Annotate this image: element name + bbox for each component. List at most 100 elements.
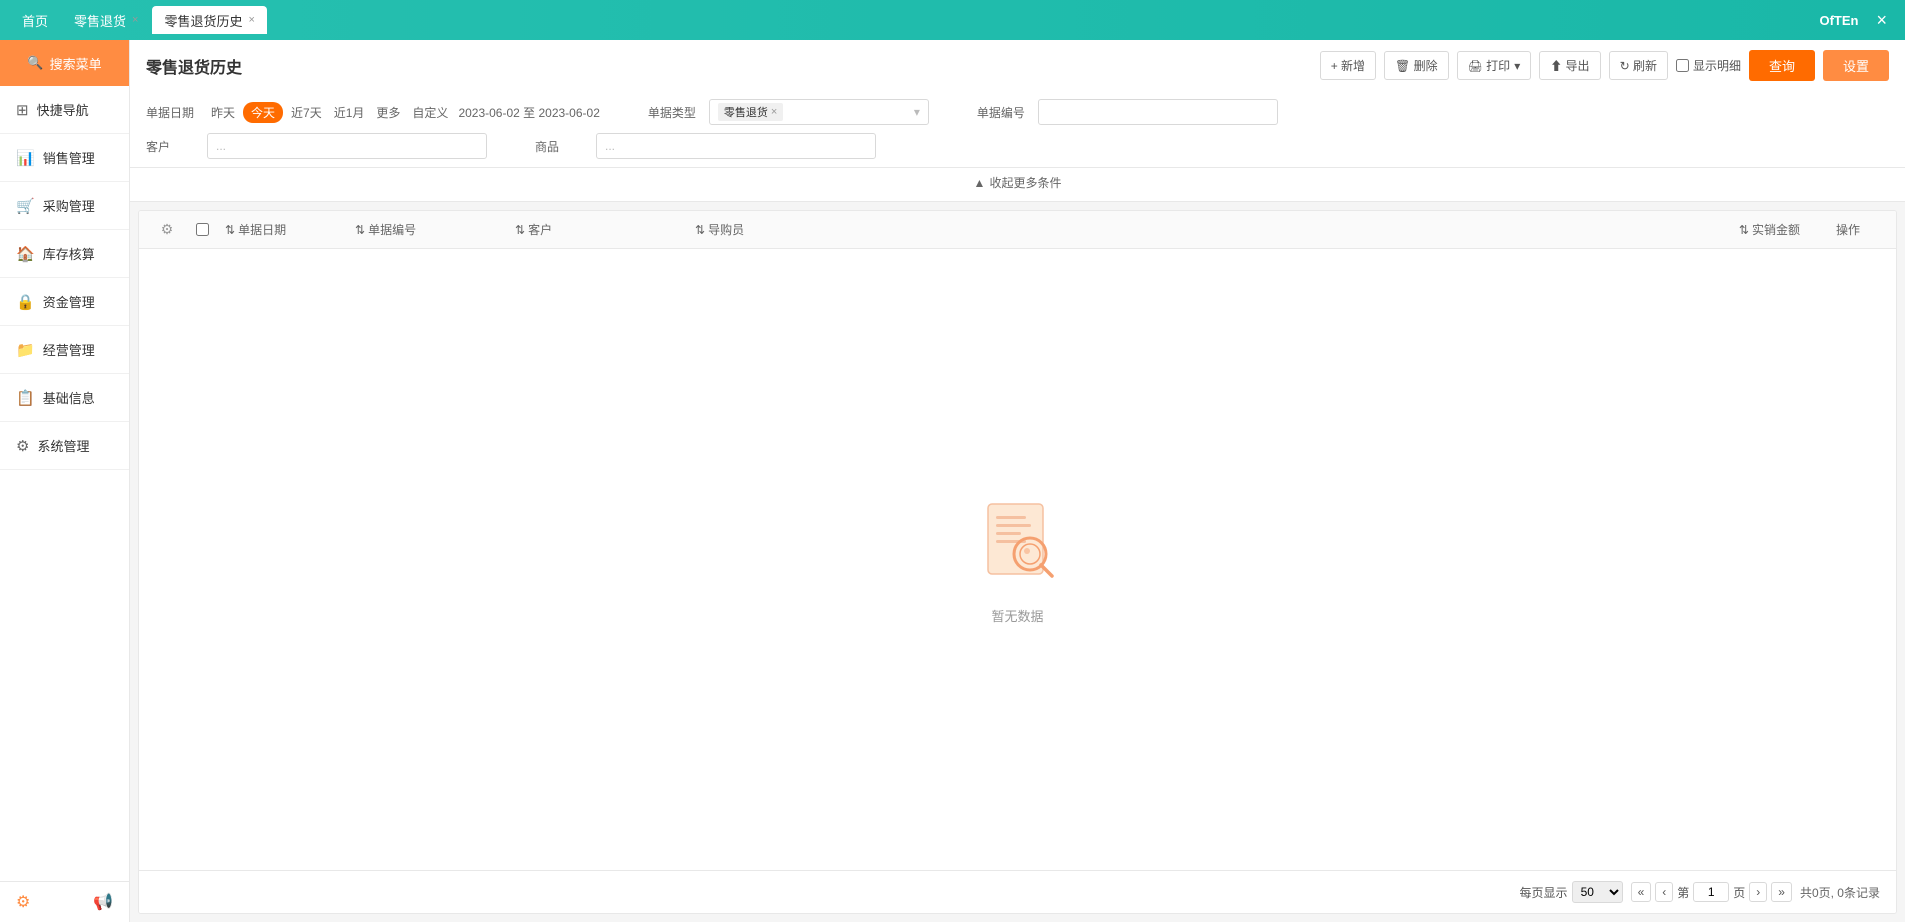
sidebar-item-quick-nav[interactable]: ⊞ 快捷导航 [0,86,129,134]
doc-no-filter-label: 单据编号 [977,104,1032,121]
th-checkbox[interactable] [187,223,217,236]
column-settings-icon[interactable]: ⚙ [161,221,174,238]
sort-no-icon[interactable]: ⇅ [355,223,365,237]
collapse-icon: ▲ [974,176,986,190]
customer-select[interactable]: ... [207,133,487,159]
filter-area: 单据日期 昨天 今天 近7天 近1月 更多 自定义 2023-06-02 至 2… [146,91,1889,201]
th-action: 操作 [1808,221,1888,238]
page-label: 第 [1677,884,1689,901]
top-bar-right: OfTEn × [1819,10,1895,31]
main-layout: 🔍 搜索菜单 ⊞ 快捷导航 📊 销售管理 🛒 采购管理 🏠 库存核算 🔒 资金管… [0,40,1905,922]
tab-retail-return-history-label: 零售退货历史 [164,11,242,30]
page-title-row: 零售退货历史 + 新增 🗑 删除 🖨 打印 ▾ ⬆ 导出 [146,50,1889,81]
date-btn-today[interactable]: 今天 [243,102,283,123]
select-all-checkbox[interactable] [196,223,209,236]
tab-retail-return-history[interactable]: 零售退货历史 × [152,6,266,34]
basic-info-icon: 📋 [16,389,35,407]
th-settings[interactable]: ⚙ [147,221,187,238]
tab-retail-return-history-close[interactable]: × [248,14,254,26]
sidebar-item-operations[interactable]: 📁 经营管理 [0,326,129,374]
tab-retail-return-label: 零售退货 [74,11,126,30]
type-select-arrow: ▾ [914,105,920,119]
tab-home[interactable]: 首页 [10,6,60,34]
sidebar-settings-icon[interactable]: ⚙ [16,892,30,912]
date-btn-custom[interactable]: 自定义 [408,102,452,123]
sidebar-item-system-label: 系统管理 [37,436,89,455]
finance-icon: 🔒 [16,293,35,311]
sidebar-footer: ⚙ 📢 [0,881,129,922]
type-tag: 零售退货 × [718,103,783,121]
delete-button[interactable]: 🗑 删除 [1384,51,1449,80]
table-wrapper: ⚙ ⇅ 单据日期 ⇅ 单据编号 ⇅ 客户 ⇅ [138,210,1897,914]
refresh-button[interactable]: ↻ 刷新 [1609,51,1668,80]
page-nav: « ‹ 第 页 › » [1631,882,1792,902]
table-header: ⚙ ⇅ 单据日期 ⇅ 单据编号 ⇅ 客户 ⇅ [139,211,1896,249]
sidebar-item-sales[interactable]: 📊 销售管理 [0,134,129,182]
th-date-label: 单据日期 [238,221,286,238]
sort-date-icon[interactable]: ⇅ [225,223,235,237]
th-guide: ⇅ 导购员 [687,221,837,238]
setting-button[interactable]: 设置 [1823,50,1889,81]
query-button[interactable]: 查询 [1749,50,1815,81]
prev-page-button[interactable]: ‹ [1655,882,1673,902]
type-filter-label: 单据类型 [648,104,703,121]
collapse-label: 收起更多条件 [989,174,1061,191]
show-detail-checkbox[interactable] [1676,59,1689,72]
sidebar-speaker-icon[interactable]: 📢 [93,892,113,912]
type-tag-close[interactable]: × [771,106,777,118]
sidebar-item-system[interactable]: ⚙ 系统管理 [0,422,129,470]
sidebar-item-quick-nav-label: 快捷导航 [37,100,89,119]
sidebar-item-basic-info[interactable]: 📋 基础信息 [0,374,129,422]
th-amount: ⇅ 实销金额 [837,221,1808,238]
doc-no-input[interactable] [1038,99,1278,125]
window-close-button[interactable]: × [1868,10,1895,31]
search-icon: 🔍 [27,55,43,71]
goods-select[interactable]: ... [596,133,876,159]
sort-amount-icon[interactable]: ⇅ [1739,223,1749,237]
sort-guide-icon[interactable]: ⇅ [695,223,705,237]
th-customer: ⇅ 客户 [507,221,687,238]
last-page-button[interactable]: » [1771,882,1792,902]
refresh-button-label: ↻ 刷新 [1620,57,1657,74]
empty-text-label: 暂无数据 [991,606,1043,625]
filter-row-1: 单据日期 昨天 今天 近7天 近1月 更多 自定义 2023-06-02 至 2… [146,99,1889,125]
tab-retail-return[interactable]: 零售退货 × [62,6,150,34]
goods-placeholder: ... [605,139,615,153]
next-page-button[interactable]: › [1749,882,1767,902]
date-btn-last7[interactable]: 近7天 [287,102,326,123]
th-customer-label: 客户 [528,221,552,238]
sidebar-item-finance-label: 资金管理 [43,292,95,311]
page-number-input[interactable] [1693,882,1729,902]
new-button[interactable]: + 新增 [1320,51,1376,80]
sidebar-item-purchase[interactable]: 🛒 采购管理 [0,182,129,230]
filter-customer: 客户 ... [146,133,487,159]
content-area: 零售退货历史 + 新增 🗑 删除 🖨 打印 ▾ ⬆ 导出 [130,40,1905,922]
date-btn-last1m[interactable]: 近1月 [330,102,369,123]
customer-placeholder: ... [216,139,226,153]
sidebar-item-inventory[interactable]: 🏠 库存核算 [0,230,129,278]
show-detail-checkbox-wrapper[interactable]: 显示明细 [1676,57,1741,74]
date-btn-more[interactable]: 更多 [372,102,404,123]
sort-customer-icon[interactable]: ⇅ [515,223,525,237]
customer-filter-label: 客户 [146,138,201,155]
brand-label: OfTEn [1819,13,1858,28]
tab-retail-return-close[interactable]: × [132,14,138,26]
sidebar-item-sales-label: 销售管理 [43,148,95,167]
goods-filter-label: 商品 [535,138,590,155]
page-title: 零售退货历史 [146,54,242,78]
page-header: 零售退货历史 + 新增 🗑 删除 🖨 打印 ▾ ⬆ 导出 [130,40,1905,202]
page-unit-label: 页 [1733,884,1745,901]
delete-button-label: 🗑 删除 [1395,57,1438,74]
per-page-select[interactable]: 10 20 50 100 [1572,881,1623,903]
date-btn-yesterday[interactable]: 昨天 [207,102,239,123]
page-size-selector: 每页显示 10 20 50 100 [1520,881,1623,903]
top-bar: 首页 零售退货 × 零售退货历史 × OfTEn × [0,0,1905,40]
collapse-button[interactable]: ▲ 收起更多条件 [130,167,1905,197]
type-select[interactable]: 零售退货 × ▾ [709,99,929,125]
sidebar-item-finance[interactable]: 🔒 资金管理 [0,278,129,326]
per-page-label: 每页显示 [1520,884,1568,901]
export-button[interactable]: ⬆ 导出 [1539,51,1600,80]
sidebar-search[interactable]: 🔍 搜索菜单 [0,40,129,86]
first-page-button[interactable]: « [1631,882,1652,902]
print-button[interactable]: 🖨 打印 ▾ [1457,51,1532,80]
